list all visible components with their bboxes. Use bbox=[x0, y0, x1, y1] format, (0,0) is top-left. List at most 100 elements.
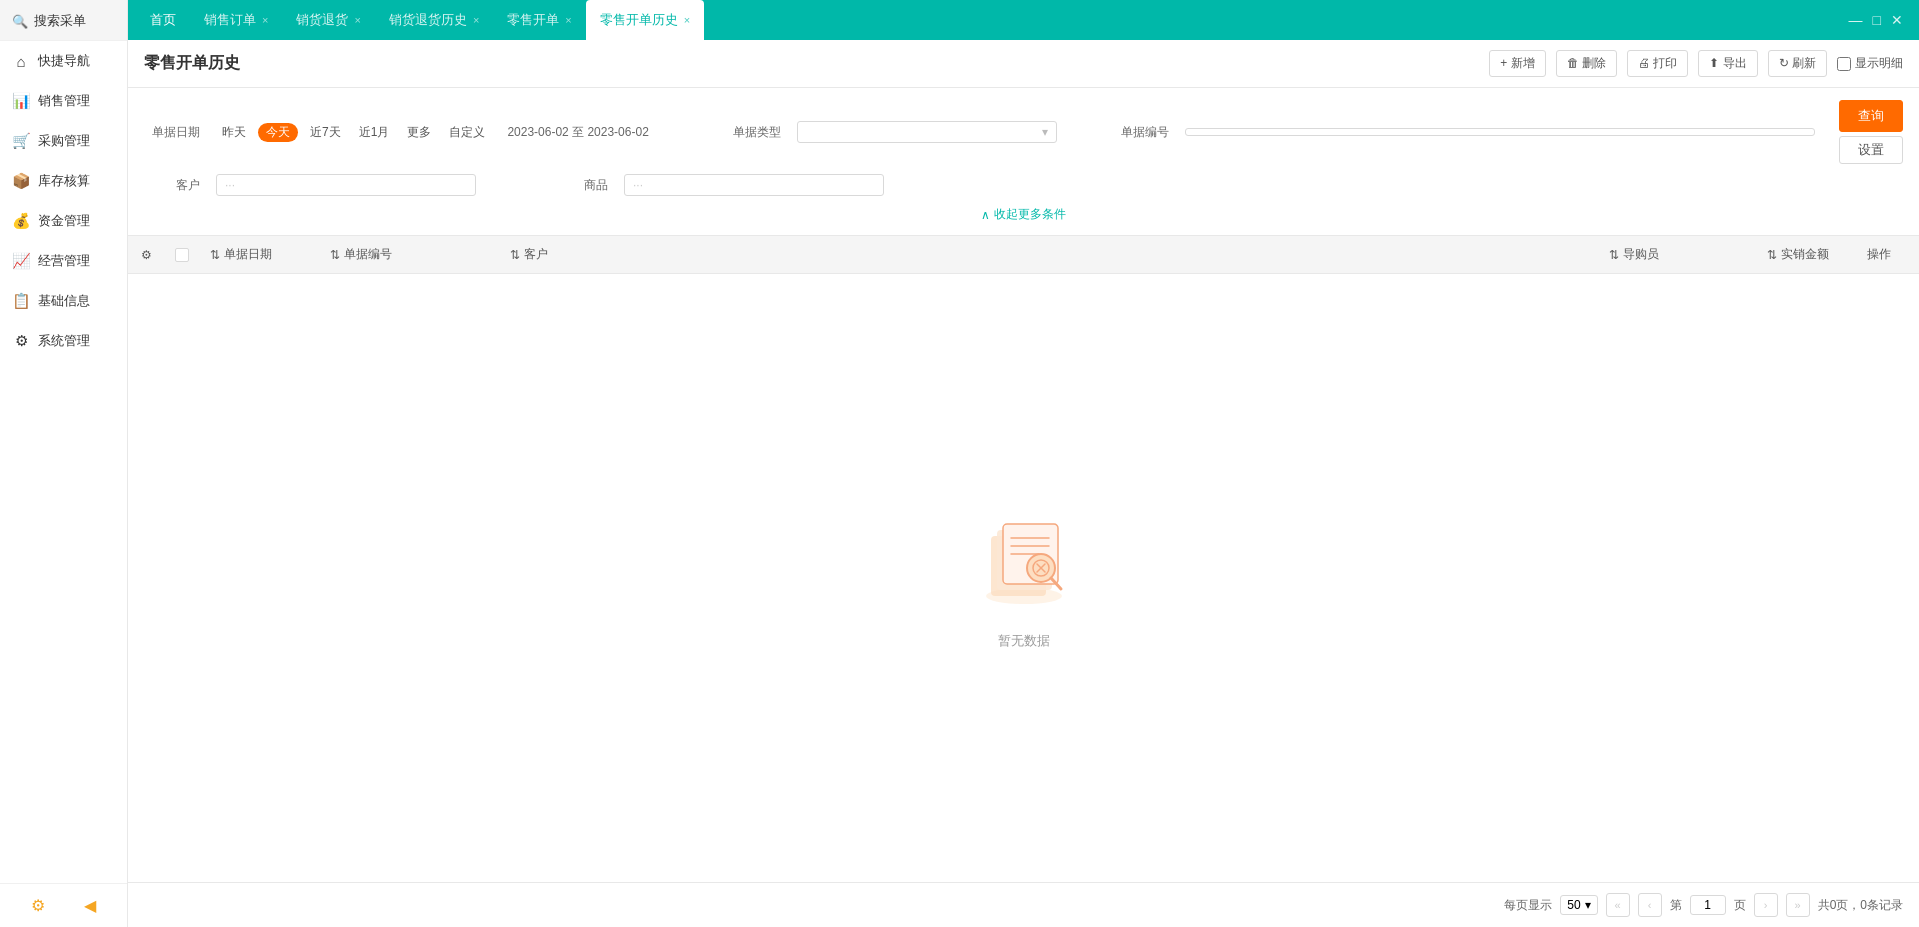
tab-sales-return-history[interactable]: 销货退货历史 × bbox=[375, 0, 493, 40]
window-close[interactable]: ✕ bbox=[1891, 12, 1903, 28]
display-detail-label: 显示明细 bbox=[1855, 55, 1903, 72]
settings-icon: ⚙ bbox=[141, 248, 152, 262]
goods-label: 商品 bbox=[552, 177, 608, 194]
sidebar-search[interactable]: 🔍 搜索采单 bbox=[0, 0, 127, 41]
order-no-input[interactable] bbox=[1185, 128, 1815, 136]
sidebar-item-sales-mgmt[interactable]: 📊销售管理 bbox=[0, 81, 127, 121]
sidebar-icon-basic-info: 📋 bbox=[12, 292, 30, 310]
date-shortcut-今天[interactable]: 今天 bbox=[258, 123, 298, 142]
table-area: ⚙ ⇅ 单据日期 ⇅ 单据编号 ⇅ 客户 ⇅ bbox=[128, 236, 1919, 882]
th-customer[interactable]: ⇅ 客户 bbox=[500, 246, 1599, 263]
tab-close-retail-open-history[interactable]: × bbox=[684, 14, 690, 26]
collapse-footer-icon[interactable]: ◀ bbox=[84, 896, 96, 915]
sidebar-label-finance: 资金管理 bbox=[38, 212, 90, 230]
sidebar-nav: ⌂快捷导航📊销售管理🛒采购管理📦库存核算 💰 资金管理 📈经营管理 📋 基础信息 ⚙系统管理 bbox=[0, 41, 127, 883]
tab-label-home: 首页 bbox=[150, 12, 176, 27]
th-amount[interactable]: ⇅ 实销金额 bbox=[1719, 246, 1839, 263]
th-settings[interactable]: ⚙ bbox=[128, 248, 164, 262]
window-controls: — □ ✕ bbox=[1849, 12, 1911, 28]
tab-close-sales-return-history[interactable]: × bbox=[473, 14, 479, 26]
customer-placeholder: ··· bbox=[225, 178, 235, 192]
tab-close-retail-open[interactable]: × bbox=[565, 14, 571, 26]
th-date[interactable]: ⇅ 单据日期 bbox=[200, 246, 320, 263]
select-all-checkbox[interactable] bbox=[175, 248, 189, 262]
export-button[interactable]: ⬆ 导出 bbox=[1698, 50, 1757, 77]
collapse-icon: ∧ bbox=[981, 208, 990, 222]
first-page-btn[interactable]: « bbox=[1606, 893, 1630, 917]
th-customer-label: 客户 bbox=[524, 246, 548, 263]
delete-button[interactable]: 🗑 删除 bbox=[1556, 50, 1617, 77]
goods-input[interactable]: ··· bbox=[624, 174, 884, 196]
sidebar-item-basic-info[interactable]: 📋 基础信息 bbox=[0, 281, 127, 321]
tab-label-retail-open-history: 零售开单历史 bbox=[600, 11, 678, 29]
display-detail-checkbox[interactable] bbox=[1837, 57, 1851, 71]
last-page-btn[interactable]: » bbox=[1786, 893, 1810, 917]
order-type-select[interactable]: ▾ bbox=[797, 121, 1057, 143]
window-maximize[interactable]: □ bbox=[1873, 12, 1881, 28]
filter-row-2: 客户 ··· 商品 ··· bbox=[144, 174, 1903, 196]
refresh-button[interactable]: ↻ 刷新 bbox=[1768, 50, 1827, 77]
th-checkbox[interactable] bbox=[164, 248, 200, 262]
tab-label-sales-return-history: 销货退货历史 bbox=[389, 11, 467, 29]
tab-retail-open[interactable]: 零售开单× bbox=[493, 0, 585, 40]
toolbar: 零售开单历史 + 新增 🗑 删除 🖨 打印 ⬆ 导出 ↻ 刷新 显示明细 bbox=[128, 40, 1919, 88]
tab-sales-order[interactable]: 销售订单 × bbox=[190, 0, 282, 40]
date-shortcuts: 昨天今天近7天近1月更多自定义 bbox=[216, 123, 491, 142]
sidebar-item-finance[interactable]: 💰 资金管理 bbox=[0, 201, 127, 241]
prev-page-btn[interactable]: ‹ bbox=[1638, 893, 1662, 917]
sort-icon-customer: ⇅ bbox=[510, 248, 520, 262]
tab-home[interactable]: 首页 bbox=[136, 11, 190, 29]
customer-input[interactable]: ··· bbox=[216, 174, 476, 196]
main-area: 首页销售订单×销货退货×销货退货历史×零售开单×零售开单历史× — □ ✕ 零售… bbox=[128, 0, 1919, 927]
toolbar-actions: + 新增 🗑 删除 🖨 打印 ⬆ 导出 ↻ 刷新 显示明细 bbox=[1489, 50, 1903, 77]
empty-illustration bbox=[969, 506, 1079, 616]
sidebar-item-inventory[interactable]: 📦库存核算 bbox=[0, 161, 127, 201]
tab-close-sales-order[interactable]: × bbox=[262, 14, 268, 26]
tab-sales-return[interactable]: 销货退货× bbox=[282, 0, 374, 40]
date-shortcut-昨天[interactable]: 昨天 bbox=[216, 123, 252, 142]
sidebar-label-basic-info: 基础信息 bbox=[38, 292, 90, 310]
tab-close-sales-return[interactable]: × bbox=[354, 14, 360, 26]
sidebar-item-system[interactable]: ⚙系统管理 bbox=[0, 321, 127, 361]
pagination: 每页显示 50 ▾ « ‹ 第 页 › » 共0页，0条记录 bbox=[128, 882, 1919, 927]
th-amount-label: 实销金额 bbox=[1781, 246, 1829, 263]
sidebar-label-quick-nav: 快捷导航 bbox=[38, 52, 90, 70]
th-guide[interactable]: ⇅ 导购员 bbox=[1599, 246, 1719, 263]
tab-label-sales-order: 销售订单 bbox=[204, 11, 256, 29]
date-shortcut-近7天[interactable]: 近7天 bbox=[304, 123, 347, 142]
sidebar-item-quick-nav[interactable]: ⌂快捷导航 bbox=[0, 41, 127, 81]
tab-bar: 首页销售订单×销货退货×销货退货历史×零售开单×零售开单历史× — □ ✕ bbox=[128, 0, 1919, 40]
date-shortcut-更多[interactable]: 更多 bbox=[401, 123, 437, 142]
per-page-select[interactable]: 50 ▾ bbox=[1560, 895, 1597, 915]
add-button[interactable]: + 新增 bbox=[1489, 50, 1545, 77]
per-page-label: 每页显示 bbox=[1504, 897, 1552, 914]
sidebar-label-system: 系统管理 bbox=[38, 332, 90, 350]
total-info: 共0页，0条记录 bbox=[1818, 897, 1903, 914]
sidebar: 🔍 搜索采单 ⌂快捷导航📊销售管理🛒采购管理📦库存核算 💰 资金管理 📈经营管理 📋 基础… bbox=[0, 0, 128, 927]
sidebar-item-operations[interactable]: 📈经营管理 bbox=[0, 241, 127, 281]
settings-button[interactable]: 设置 bbox=[1839, 136, 1903, 164]
next-page-btn[interactable]: › bbox=[1754, 893, 1778, 917]
filter-area: 单据日期 昨天今天近7天近1月更多自定义 2023-06-02 至 2023-0… bbox=[128, 88, 1919, 236]
settings-footer-icon[interactable]: ⚙ bbox=[31, 896, 45, 915]
query-button[interactable]: 查询 bbox=[1839, 100, 1903, 132]
sidebar-label-purchase-mgmt: 采购管理 bbox=[38, 132, 90, 150]
sidebar-icon-inventory: 📦 bbox=[12, 172, 30, 190]
print-button[interactable]: 🖨 打印 bbox=[1627, 50, 1688, 77]
sort-icon-guide: ⇅ bbox=[1609, 248, 1619, 262]
date-shortcut-近1月[interactable]: 近1月 bbox=[353, 123, 396, 142]
th-order-no[interactable]: ⇅ 单据编号 bbox=[320, 246, 500, 263]
page-input[interactable] bbox=[1690, 895, 1726, 915]
th-guide-label: 导购员 bbox=[1623, 246, 1659, 263]
window-minimize[interactable]: — bbox=[1849, 12, 1863, 28]
sidebar-icon-finance: 💰 bbox=[12, 212, 30, 230]
tab-retail-open-history[interactable]: 零售开单历史 × bbox=[586, 0, 704, 40]
page-content: 零售开单历史 + 新增 🗑 删除 🖨 打印 ⬆ 导出 ↻ 刷新 显示明细 单据日… bbox=[128, 40, 1919, 927]
date-shortcut-自定义[interactable]: 自定义 bbox=[443, 123, 491, 142]
search-icon: 🔍 bbox=[12, 14, 28, 29]
collapse-button[interactable]: ∧ 收起更多条件 bbox=[981, 206, 1066, 223]
display-detail-toggle[interactable]: 显示明细 bbox=[1837, 55, 1903, 72]
sidebar-item-purchase-mgmt[interactable]: 🛒采购管理 bbox=[0, 121, 127, 161]
th-orderno-label: 单据编号 bbox=[344, 246, 392, 263]
sidebar-label-sales-mgmt: 销售管理 bbox=[38, 92, 90, 110]
